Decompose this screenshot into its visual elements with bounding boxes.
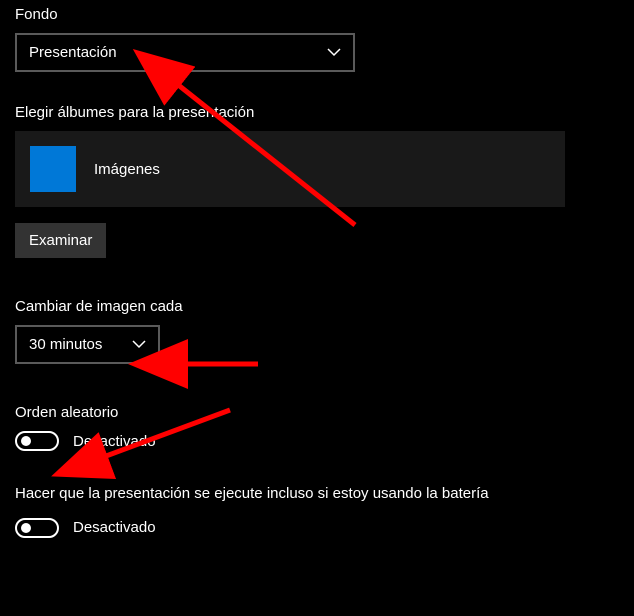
battery-label: Hacer que la presentación se ejecute inc… [15, 483, 615, 506]
chevron-down-icon [132, 336, 146, 353]
shuffle-toggle[interactable] [15, 431, 59, 451]
interval-dropdown-value: 30 minutos [29, 336, 102, 353]
interval-dropdown[interactable]: 30 minutos [15, 325, 160, 364]
album-row[interactable]: Imágenes [15, 131, 565, 207]
battery-toggle[interactable] [15, 518, 59, 538]
background-dropdown[interactable]: Presentación [15, 33, 355, 72]
album-thumbnail [30, 146, 76, 192]
chevron-down-icon [327, 44, 341, 61]
shuffle-label: Orden aleatorio [15, 404, 619, 421]
shuffle-state: Desactivado [73, 433, 156, 450]
battery-state: Desactivado [73, 519, 156, 536]
albums-label: Elegir álbumes para la presentación [15, 104, 619, 121]
interval-label: Cambiar de imagen cada [15, 298, 619, 315]
toggle-knob [21, 436, 31, 446]
browse-button[interactable]: Examinar [15, 223, 106, 258]
background-dropdown-value: Presentación [29, 44, 117, 61]
background-label: Fondo [15, 6, 619, 23]
toggle-knob [21, 523, 31, 533]
album-name: Imágenes [94, 161, 160, 178]
